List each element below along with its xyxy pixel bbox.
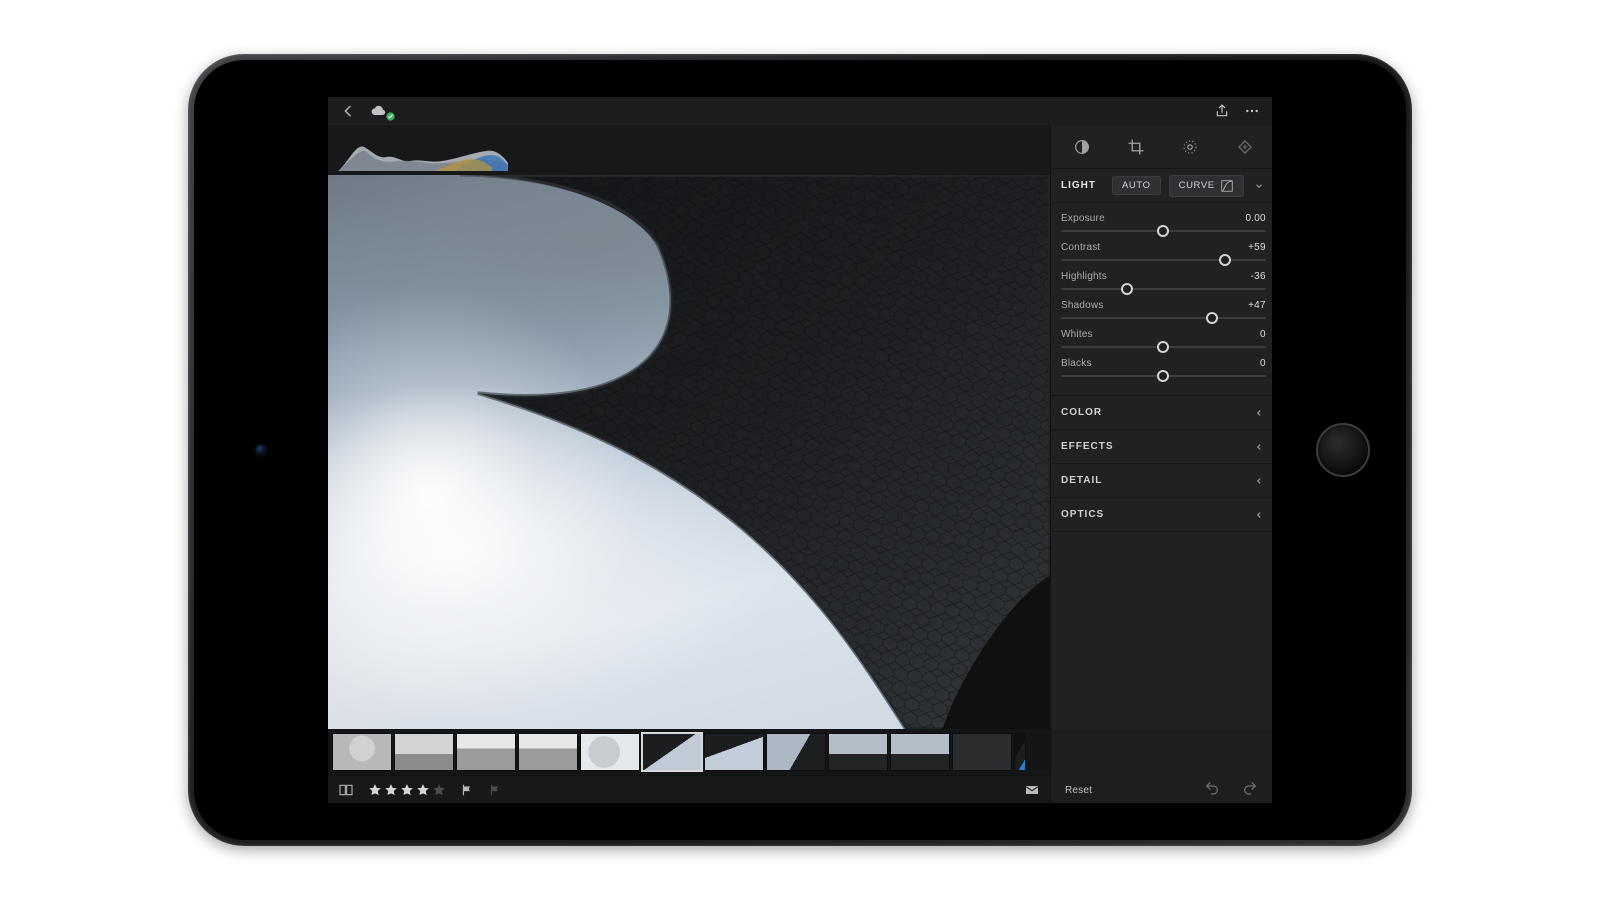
- light-collapse-chevron[interactable]: [1252, 179, 1266, 193]
- home-button[interactable]: [1316, 423, 1370, 477]
- chevron-left-icon: [1252, 474, 1266, 488]
- optics-title: OPTICS: [1061, 509, 1104, 520]
- filmstrip-thumb[interactable]: [1014, 733, 1026, 771]
- compare-view-icon[interactable]: [338, 782, 354, 798]
- histogram-bar: [328, 125, 1050, 175]
- filmstrip-thumb[interactable]: [828, 733, 888, 771]
- main-area: LIGHT AUTO CURVE Exposure 0.00: [328, 125, 1272, 729]
- curve-label: CURVE: [1179, 180, 1215, 191]
- star-rating[interactable]: [368, 783, 446, 797]
- chevron-left-icon: [1252, 440, 1266, 454]
- light-title: LIGHT: [1061, 180, 1096, 191]
- slider-shadows[interactable]: Shadows +47: [1061, 300, 1266, 319]
- filmstrip[interactable]: [328, 729, 1050, 775]
- auto-button[interactable]: AUTO: [1112, 176, 1161, 195]
- highlights-label: Highlights: [1061, 271, 1107, 282]
- tablet-bezel: LIGHT AUTO CURVE Exposure 0.00: [194, 60, 1406, 840]
- filmstrip-thumb[interactable]: [766, 733, 826, 771]
- star-icon[interactable]: [416, 783, 430, 797]
- contrast-value: +59: [1248, 242, 1266, 253]
- filmstrip-thumb[interactable]: [394, 733, 454, 771]
- slider-blacks[interactable]: Blacks 0: [1061, 358, 1266, 377]
- flag-reject-icon[interactable]: [488, 783, 502, 797]
- photo-canvas[interactable]: [328, 175, 1050, 729]
- filmstrip-thumb[interactable]: [456, 733, 516, 771]
- exposure-value: 0.00: [1245, 213, 1265, 224]
- flag-pick-icon[interactable]: [460, 783, 474, 797]
- optics-section[interactable]: OPTICS: [1051, 498, 1272, 532]
- slider-exposure[interactable]: Exposure 0.00: [1061, 213, 1266, 232]
- exposure-label: Exposure: [1061, 213, 1105, 224]
- review-icon[interactable]: [1024, 782, 1040, 798]
- filmstrip-thumb[interactable]: [580, 733, 640, 771]
- chevron-left-icon: [1252, 508, 1266, 522]
- more-button[interactable]: [1244, 103, 1260, 119]
- detail-section[interactable]: DETAIL: [1051, 464, 1272, 498]
- shadows-label: Shadows: [1061, 300, 1104, 311]
- front-camera: [256, 445, 266, 455]
- undo-button[interactable]: [1204, 780, 1220, 796]
- filmstrip-thumb-selected[interactable]: [642, 733, 702, 771]
- cloud-icon: [370, 103, 386, 119]
- histogram[interactable]: [336, 133, 510, 173]
- edit-panel: LIGHT AUTO CURVE Exposure 0.00: [1050, 125, 1272, 729]
- tool-row: [1051, 125, 1272, 169]
- share-button[interactable]: [1214, 103, 1230, 119]
- light-section-header[interactable]: LIGHT AUTO CURVE: [1051, 169, 1272, 203]
- star-icon[interactable]: [368, 783, 382, 797]
- slider-highlights[interactable]: Highlights -36: [1061, 271, 1266, 290]
- detail-title: DETAIL: [1061, 475, 1102, 486]
- whites-value: 0: [1260, 329, 1266, 340]
- whites-label: Whites: [1061, 329, 1093, 340]
- highlights-value: -36: [1251, 271, 1266, 282]
- crop-icon[interactable]: [1123, 134, 1149, 160]
- edit-mode-icon[interactable]: [1069, 134, 1095, 160]
- curve-button[interactable]: CURVE: [1169, 175, 1244, 197]
- contrast-label: Contrast: [1061, 242, 1100, 253]
- sync-ok-icon: [385, 111, 396, 122]
- redo-button[interactable]: [1242, 780, 1258, 796]
- star-icon[interactable]: [400, 783, 414, 797]
- tablet-device: LIGHT AUTO CURVE Exposure 0.00: [188, 54, 1412, 846]
- blacks-label: Blacks: [1061, 358, 1092, 369]
- heal-icon[interactable]: [1232, 134, 1258, 160]
- bottom-right: Reset: [1050, 729, 1272, 803]
- effects-title: EFFECTS: [1061, 441, 1114, 452]
- app-screen: LIGHT AUTO CURVE Exposure 0.00: [328, 97, 1272, 803]
- curve-icon: [1220, 179, 1234, 193]
- filmstrip-thumb[interactable]: [518, 733, 578, 771]
- light-sliders: Exposure 0.00 Contrast +59 Highlights -36: [1051, 203, 1272, 396]
- filmstrip-thumb[interactable]: [952, 733, 1012, 771]
- shadows-value: +47: [1248, 300, 1266, 311]
- chevron-left-icon: [1252, 406, 1266, 420]
- reset-button[interactable]: Reset: [1065, 785, 1092, 796]
- bottom-left: [328, 729, 1050, 803]
- filmstrip-thumb[interactable]: [890, 733, 950, 771]
- cloud-sync-status[interactable]: [370, 103, 392, 119]
- slider-whites[interactable]: Whites 0: [1061, 329, 1266, 348]
- top-bar: [328, 97, 1272, 125]
- photo: [328, 175, 1050, 729]
- bottom-toolbar: [328, 775, 1050, 803]
- canvas-column: [328, 125, 1050, 729]
- color-section[interactable]: COLOR: [1051, 396, 1272, 430]
- back-button[interactable]: [340, 103, 356, 119]
- bottom-area: Reset: [328, 729, 1272, 803]
- color-title: COLOR: [1061, 407, 1102, 418]
- slider-contrast[interactable]: Contrast +59: [1061, 242, 1266, 261]
- presets-icon[interactable]: [1177, 134, 1203, 160]
- filmstrip-thumb[interactable]: [704, 733, 764, 771]
- star-icon[interactable]: [432, 783, 446, 797]
- effects-section[interactable]: EFFECTS: [1051, 430, 1272, 464]
- star-icon[interactable]: [384, 783, 398, 797]
- blacks-value: 0: [1260, 358, 1266, 369]
- filmstrip-thumb[interactable]: [332, 733, 392, 771]
